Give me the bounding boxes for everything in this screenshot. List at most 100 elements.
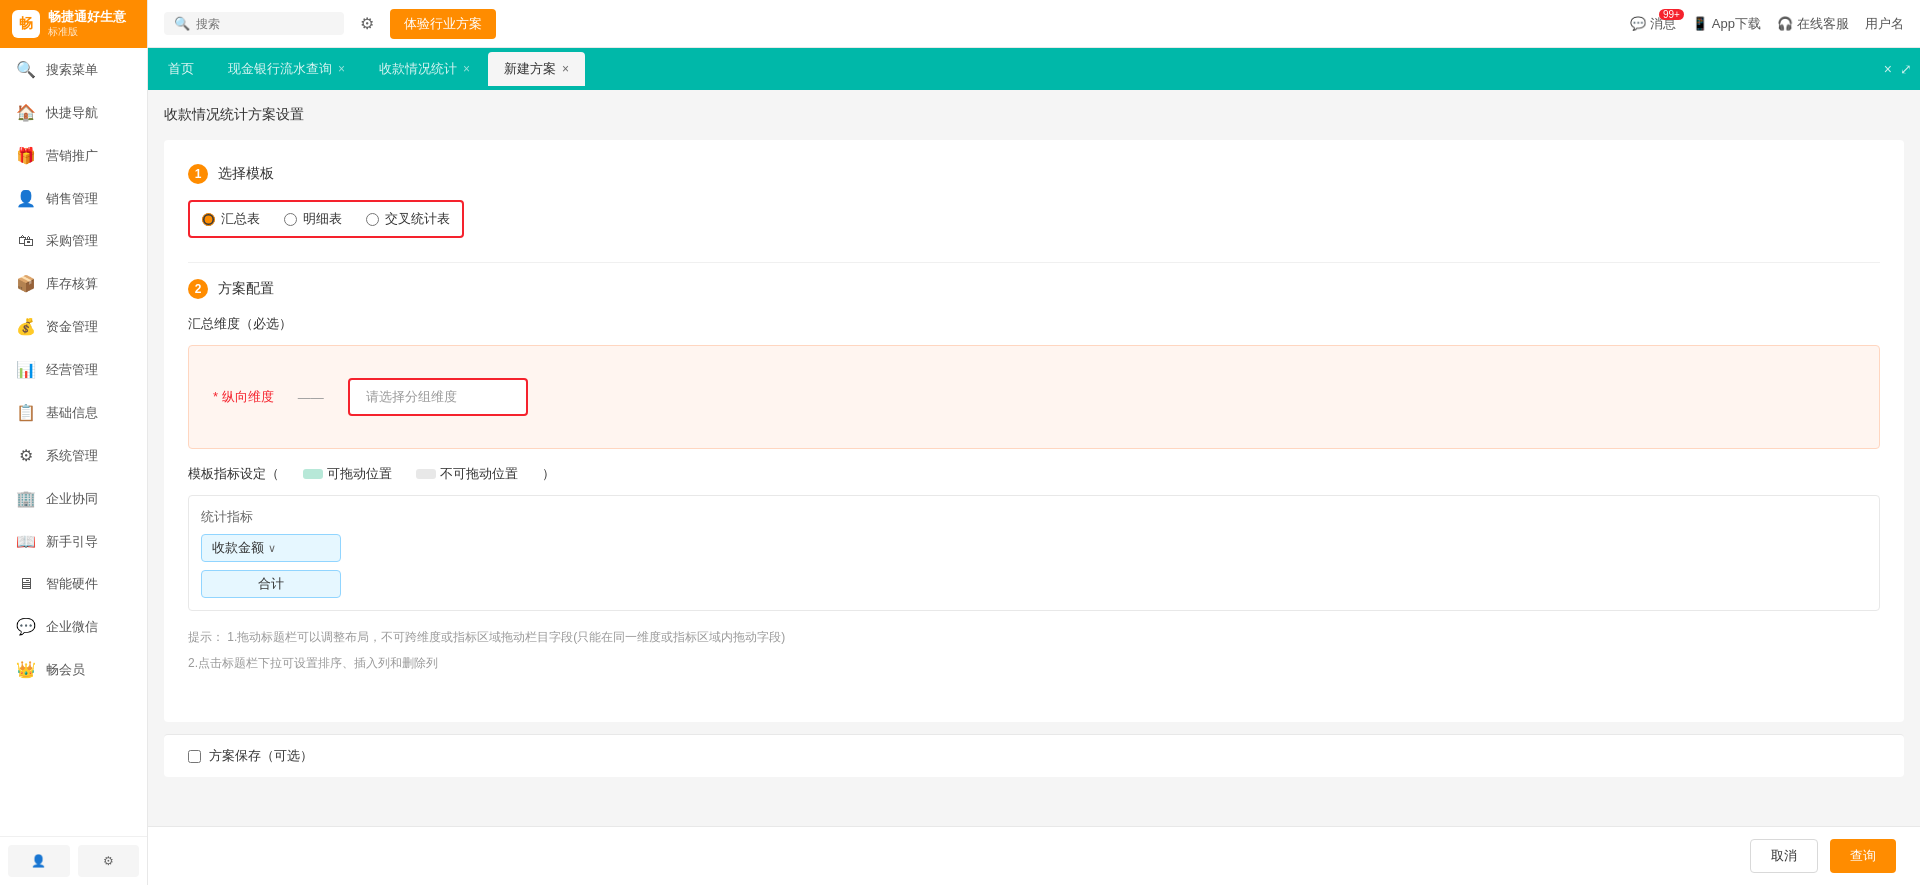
marketing-icon: 🎁	[16, 146, 36, 165]
sidebar-item-label: 搜索菜单	[46, 61, 98, 79]
metrics-category-label: 统计指标	[201, 508, 1867, 526]
metric-subtag-total[interactable]: 合计	[201, 570, 341, 598]
sidebar-item-operation[interactable]: 📊 经营管理	[0, 348, 147, 391]
radio-cross[interactable]: 交叉统计表	[366, 210, 450, 228]
sidebar-item-hardware[interactable]: 🖥 智能硬件	[0, 563, 147, 605]
radio-detail-label: 明细表	[303, 210, 342, 228]
step1-label: 选择模板	[218, 165, 274, 183]
metric-tag-collection[interactable]: 收款金额 ∨	[201, 534, 341, 562]
sidebar-user-btn[interactable]: 👤	[8, 845, 70, 877]
no-drag-tag: 不可拖动位置	[416, 465, 518, 483]
tab-maximize-icon[interactable]: ⤢	[1900, 61, 1912, 77]
dimension-config: 汇总维度（必选） * 纵向维度 —— 请选择分组维度 模板指标设定（	[188, 315, 1880, 674]
tab-collection-stat[interactable]: 收款情况统计 ×	[363, 52, 486, 86]
search-icon: 🔍	[174, 16, 190, 31]
metrics-header: 模板指标设定（ 可拖动位置 不可拖动位置 ）	[188, 465, 1880, 483]
metric-tag-label: 收款金额	[212, 539, 264, 557]
tab-bank-flow[interactable]: 现金银行流水查询 ×	[212, 52, 361, 86]
no-drag-indicator	[416, 469, 436, 479]
step2-section: 2 方案配置 汇总维度（必选） * 纵向维度 —— 请选择分组维度	[188, 279, 1880, 674]
tab-home[interactable]: 首页	[152, 52, 210, 86]
page-content: 收款情况统计方案设置 1 选择模板 汇总表 明细表	[148, 90, 1920, 826]
radio-cross-label: 交叉统计表	[385, 210, 450, 228]
inventory-icon: 📦	[16, 274, 36, 293]
metric-chevron-icon: ∨	[268, 542, 276, 555]
sidebar-item-enterprise[interactable]: 🏢 企业协同	[0, 477, 147, 520]
save-checkbox[interactable]	[188, 750, 201, 763]
logo-icon: 畅	[12, 10, 40, 38]
step1-header: 1 选择模板	[188, 164, 1880, 184]
sidebar-item-quick-nav[interactable]: 🏠 快捷导航	[0, 91, 147, 134]
logo-text-group: 畅捷通好生意 标准版	[48, 9, 126, 39]
system-icon: ⚙	[16, 446, 36, 465]
msg-btn[interactable]: 💬 消息 99+	[1630, 15, 1676, 33]
sidebar-item-guide[interactable]: 📖 新手引导	[0, 520, 147, 563]
sidebar-item-label: 营销推广	[46, 147, 98, 165]
sidebar-item-label: 畅会员	[46, 661, 85, 679]
dimension-select[interactable]: 请选择分组维度	[348, 378, 528, 416]
user-name: 用户名	[1865, 16, 1904, 31]
online-support-label: 在线客服	[1797, 15, 1849, 33]
dimension-arrow: ——	[298, 390, 324, 405]
sidebar-item-label: 智能硬件	[46, 575, 98, 593]
sidebar-item-finance[interactable]: 💰 资金管理	[0, 305, 147, 348]
step2-header: 2 方案配置	[188, 279, 1880, 299]
sidebar-settings-btn[interactable]: ⚙	[78, 845, 140, 877]
tab-collection-stat-label: 收款情况统计	[379, 60, 457, 78]
tab-new-plan-label: 新建方案	[504, 60, 556, 78]
search-box[interactable]: 🔍	[164, 12, 344, 35]
sidebar-item-label: 基础信息	[46, 404, 98, 422]
tab-close-all-icon[interactable]: ×	[1884, 61, 1892, 77]
user-info[interactable]: 用户名	[1865, 15, 1904, 33]
divider1	[188, 262, 1880, 263]
enterprise-icon: 🏢	[16, 489, 36, 508]
footer: 取消 查询	[148, 826, 1920, 885]
radio-detail[interactable]: 明细表	[284, 210, 342, 228]
msg-badge: 99+	[1659, 9, 1684, 20]
radio-summary[interactable]: 汇总表	[202, 210, 260, 228]
sidebar-item-system[interactable]: ⚙ 系统管理	[0, 434, 147, 477]
sidebar-nav: 🔍 搜索菜单 🏠 快捷导航 🎁 营销推广 👤 销售管理 🛍 采购管理 📦 库存核…	[0, 48, 147, 836]
tab-bank-flow-close[interactable]: ×	[338, 62, 345, 76]
sidebar-item-marketing[interactable]: 🎁 营销推广	[0, 134, 147, 177]
cancel-button[interactable]: 取消	[1750, 839, 1818, 873]
sidebar-item-wechat[interactable]: 💬 企业微信	[0, 605, 147, 648]
drag-label: 可拖动位置	[327, 465, 392, 483]
radio-summary-input[interactable]	[202, 213, 215, 226]
radio-detail-input[interactable]	[284, 213, 297, 226]
online-support-btn[interactable]: 🎧 在线客服	[1777, 15, 1849, 33]
save-label: 方案保存（可选）	[209, 747, 313, 765]
app-icon: 📱	[1692, 16, 1708, 31]
page-title: 收款情况统计方案设置	[164, 106, 1904, 124]
sidebar: 畅 畅捷通好生意 标准版 🔍 搜索菜单 🏠 快捷导航 🎁 营销推广 👤 销售管理…	[0, 0, 148, 885]
sidebar-logo: 畅 畅捷通好生意 标准版	[0, 0, 147, 48]
tab-new-plan[interactable]: 新建方案 ×	[488, 52, 585, 86]
sidebar-item-search-menu[interactable]: 🔍 搜索菜单	[0, 48, 147, 91]
app-download-label: App下载	[1712, 15, 1761, 33]
metrics-section: 模板指标设定（ 可拖动位置 不可拖动位置 ）	[188, 465, 1880, 611]
drag-tag: 可拖动位置	[303, 465, 392, 483]
wechat-icon: 💬	[16, 617, 36, 636]
tip2-text: 2.点击标题栏下拉可设置排序、插入列和删除列	[188, 653, 1880, 675]
sidebar-item-basic-info[interactable]: 📋 基础信息	[0, 391, 147, 434]
tab-new-plan-close[interactable]: ×	[562, 62, 569, 76]
query-button[interactable]: 查询	[1830, 839, 1896, 873]
main-area: 🔍 ⚙ 体验行业方案 💬 消息 99+ 📱 App下载 🎧 在线客服 用户名	[148, 0, 1920, 885]
sidebar-item-purchase[interactable]: 🛍 采购管理	[0, 220, 147, 262]
sidebar-item-inventory[interactable]: 📦 库存核算	[0, 262, 147, 305]
vertical-dim-label: * 纵向维度	[213, 388, 274, 406]
search-input[interactable]	[196, 17, 316, 31]
industry-btn[interactable]: 体验行业方案	[390, 9, 496, 39]
tab-home-label: 首页	[168, 60, 194, 78]
step1-section: 1 选择模板 汇总表 明细表 交叉统计表	[188, 164, 1880, 238]
app-download-btn[interactable]: 📱 App下载	[1692, 15, 1761, 33]
sidebar-item-member[interactable]: 👑 畅会员	[0, 648, 147, 691]
sidebar-item-sales[interactable]: 👤 销售管理	[0, 177, 147, 220]
member-icon: 👑	[16, 660, 36, 679]
gear-icon[interactable]: ⚙	[360, 14, 374, 33]
metrics-tags-group: 收款金额 ∨ 合计	[201, 534, 341, 598]
tab-collection-stat-close[interactable]: ×	[463, 62, 470, 76]
radio-cross-input[interactable]	[366, 213, 379, 226]
template-options: 汇总表 明细表 交叉统计表	[188, 200, 464, 238]
no-drag-label: 不可拖动位置	[440, 465, 518, 483]
